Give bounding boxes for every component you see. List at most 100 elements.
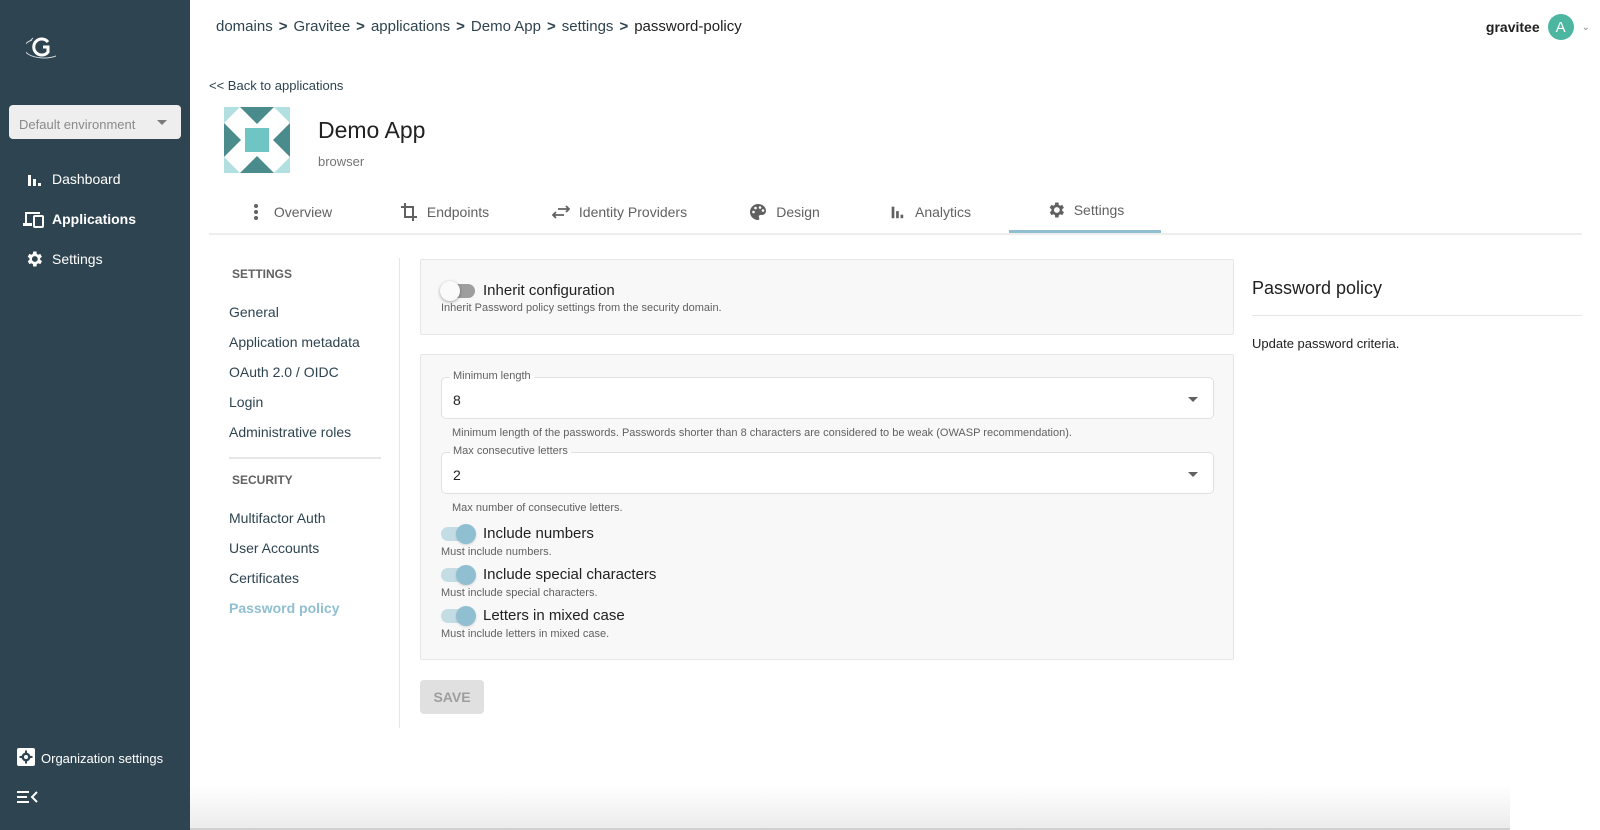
- settings-nav-multifactor-auth[interactable]: Multifactor Auth: [229, 510, 326, 526]
- minimum-length-hint: Minimum length of the passwords. Passwor…: [452, 427, 1072, 439]
- breadcrumb-separator: >: [619, 18, 629, 35]
- sidebar-item-settings[interactable]: Settings: [22, 248, 103, 270]
- sidebar-item-dashboard[interactable]: Dashboard: [22, 168, 121, 190]
- toggle-knob: [440, 280, 460, 301]
- crop-icon: [399, 202, 419, 222]
- user-name: gravitee: [1485, 19, 1540, 35]
- max-consecutive-letters-select[interactable]: Max consecutive letters 2: [441, 445, 1214, 494]
- settings-nav-divider: [229, 457, 381, 459]
- user-menu[interactable]: gravitee A ⌄: [1486, 14, 1590, 40]
- settings-nav-login[interactable]: Login: [229, 394, 263, 410]
- app-root: Default environment Dashboard Applicatio…: [0, 0, 1600, 830]
- app-header: Demo App browser: [224, 107, 425, 173]
- breadcrumb-settings[interactable]: settings: [562, 18, 614, 35]
- toggle-knob: [456, 523, 476, 544]
- minimum-length-label: Minimum length: [450, 370, 534, 382]
- settings-nav-password-policy[interactable]: Password policy: [229, 600, 339, 616]
- bar-chart-icon: [22, 168, 46, 190]
- include-special-characters-toggle[interactable]: [441, 564, 476, 585]
- breadcrumb-applications[interactable]: applications: [371, 18, 450, 35]
- sidebar: Default environment Dashboard Applicatio…: [0, 0, 190, 830]
- mixed-case-label: Letters in mixed case: [483, 607, 625, 624]
- chevron-down-icon: [1188, 397, 1198, 402]
- back-to-applications-link[interactable]: << Back to applications: [209, 78, 343, 93]
- include-numbers-label: Include numbers: [483, 525, 594, 542]
- chevron-down-icon: [1188, 472, 1198, 477]
- organization-settings-link[interactable]: Organization settings: [17, 748, 163, 769]
- settings-nav-oauth-oidc[interactable]: OAuth 2.0 / OIDC: [229, 364, 339, 380]
- app-logo-icon: [224, 107, 290, 173]
- breadcrumb-separator: >: [456, 18, 465, 35]
- devices-icon: [22, 208, 46, 230]
- breadcrumb-separator: >: [278, 18, 288, 35]
- tab-label: Analytics: [914, 203, 972, 220]
- breadcrumb-demo-app[interactable]: Demo App: [471, 18, 541, 35]
- settings-nav-certificates[interactable]: Certificates: [229, 570, 299, 586]
- save-button[interactable]: SAVE: [420, 680, 484, 714]
- chevron-down-icon: [157, 119, 167, 125]
- environment-select-value: Default environment: [19, 116, 136, 132]
- mixed-case-hint: Must include letters in mixed case.: [441, 628, 610, 640]
- include-special-label: Include special characters: [483, 566, 657, 583]
- include-numbers-row: Include numbers: [441, 523, 594, 544]
- inherit-label: Inherit configuration: [483, 282, 615, 299]
- tab-analytics[interactable]: Analytics: [849, 190, 1009, 233]
- tab-settings[interactable]: Settings: [1009, 190, 1161, 233]
- sidebar-item-label: Applications: [52, 211, 137, 227]
- settings-nav-application-metadata[interactable]: Application metadata: [229, 334, 360, 350]
- settings-nav-general[interactable]: General: [229, 304, 279, 320]
- environment-select[interactable]: Default environment: [9, 105, 181, 139]
- settings-nav: SETTINGS General Application metadata OA…: [209, 258, 400, 728]
- avatar[interactable]: A: [1547, 14, 1574, 40]
- settings-nav-user-accounts[interactable]: User Accounts: [229, 540, 319, 556]
- sidebar-item-label: Settings: [52, 251, 103, 267]
- sidebar-item-applications[interactable]: Applications: [22, 208, 136, 230]
- settings-nav-administrative-roles[interactable]: Administrative roles: [229, 424, 351, 440]
- tab-label: Endpoints: [426, 203, 490, 220]
- include-special-hint: Must include special characters.: [441, 587, 598, 599]
- sidebar-item-label: Dashboard: [52, 171, 121, 187]
- minimum-length-select[interactable]: Minimum length 8: [441, 370, 1214, 419]
- max-consecutive-label: Max consecutive letters: [450, 445, 571, 457]
- max-consecutive-value: 2: [453, 467, 461, 483]
- settings-section-header: SETTINGS: [232, 267, 293, 281]
- breadcrumb-domains[interactable]: domains: [216, 18, 273, 35]
- tab-design[interactable]: Design: [719, 190, 849, 233]
- policy-panel: Minimum length 8 Minimum length of the p…: [420, 354, 1234, 660]
- inherit-hint: Inherit Password policy settings from th…: [441, 302, 722, 314]
- org-settings-label: Organization settings: [41, 751, 164, 766]
- collapse-menu-icon[interactable]: [17, 788, 39, 806]
- tab-label: Settings: [1073, 202, 1125, 218]
- breadcrumb-current: password-policy: [634, 18, 742, 35]
- app-title: Demo App: [318, 117, 426, 143]
- inherit-row: Inherit configuration: [440, 280, 615, 301]
- security-section-header: SECURITY: [232, 473, 293, 487]
- include-numbers-hint: Must include numbers.: [441, 546, 552, 558]
- include-numbers-toggle[interactable]: [441, 523, 476, 544]
- gravitee-logo-icon[interactable]: [26, 32, 62, 62]
- palette-icon: [748, 202, 768, 222]
- gear-icon: [22, 248, 46, 270]
- bottom-shadow: [190, 785, 1510, 830]
- tab-identity-providers[interactable]: Identity Providers: [519, 190, 719, 233]
- org-settings-gear-icon: [17, 748, 35, 769]
- tab-label: Identity Providers: [578, 203, 688, 220]
- minimum-length-value: 8: [453, 392, 461, 408]
- inherit-configuration-toggle[interactable]: [440, 280, 475, 301]
- mixed-case-toggle[interactable]: [441, 605, 476, 626]
- app-type: browser: [318, 154, 365, 169]
- toggle-knob: [456, 605, 476, 626]
- inherit-panel: Inherit configuration Inherit Password p…: [420, 259, 1234, 335]
- mixed-case-row: Letters in mixed case: [441, 605, 625, 626]
- toggle-knob: [456, 564, 476, 585]
- app-info: Demo App browser: [318, 107, 425, 169]
- max-consecutive-hint: Max number of consecutive letters.: [452, 502, 623, 514]
- info-description: Update password criteria.: [1252, 336, 1400, 351]
- breadcrumb-gravitee[interactable]: Gravitee: [293, 18, 350, 35]
- tab-overview[interactable]: Overview: [209, 190, 369, 233]
- chevron-down-icon[interactable]: ⌄: [1582, 22, 1590, 33]
- tab-endpoints[interactable]: Endpoints: [369, 190, 519, 233]
- tab-label: Overview: [273, 203, 333, 220]
- breadcrumb-separator: >: [546, 18, 556, 35]
- breadcrumb-separator: >: [356, 18, 365, 35]
